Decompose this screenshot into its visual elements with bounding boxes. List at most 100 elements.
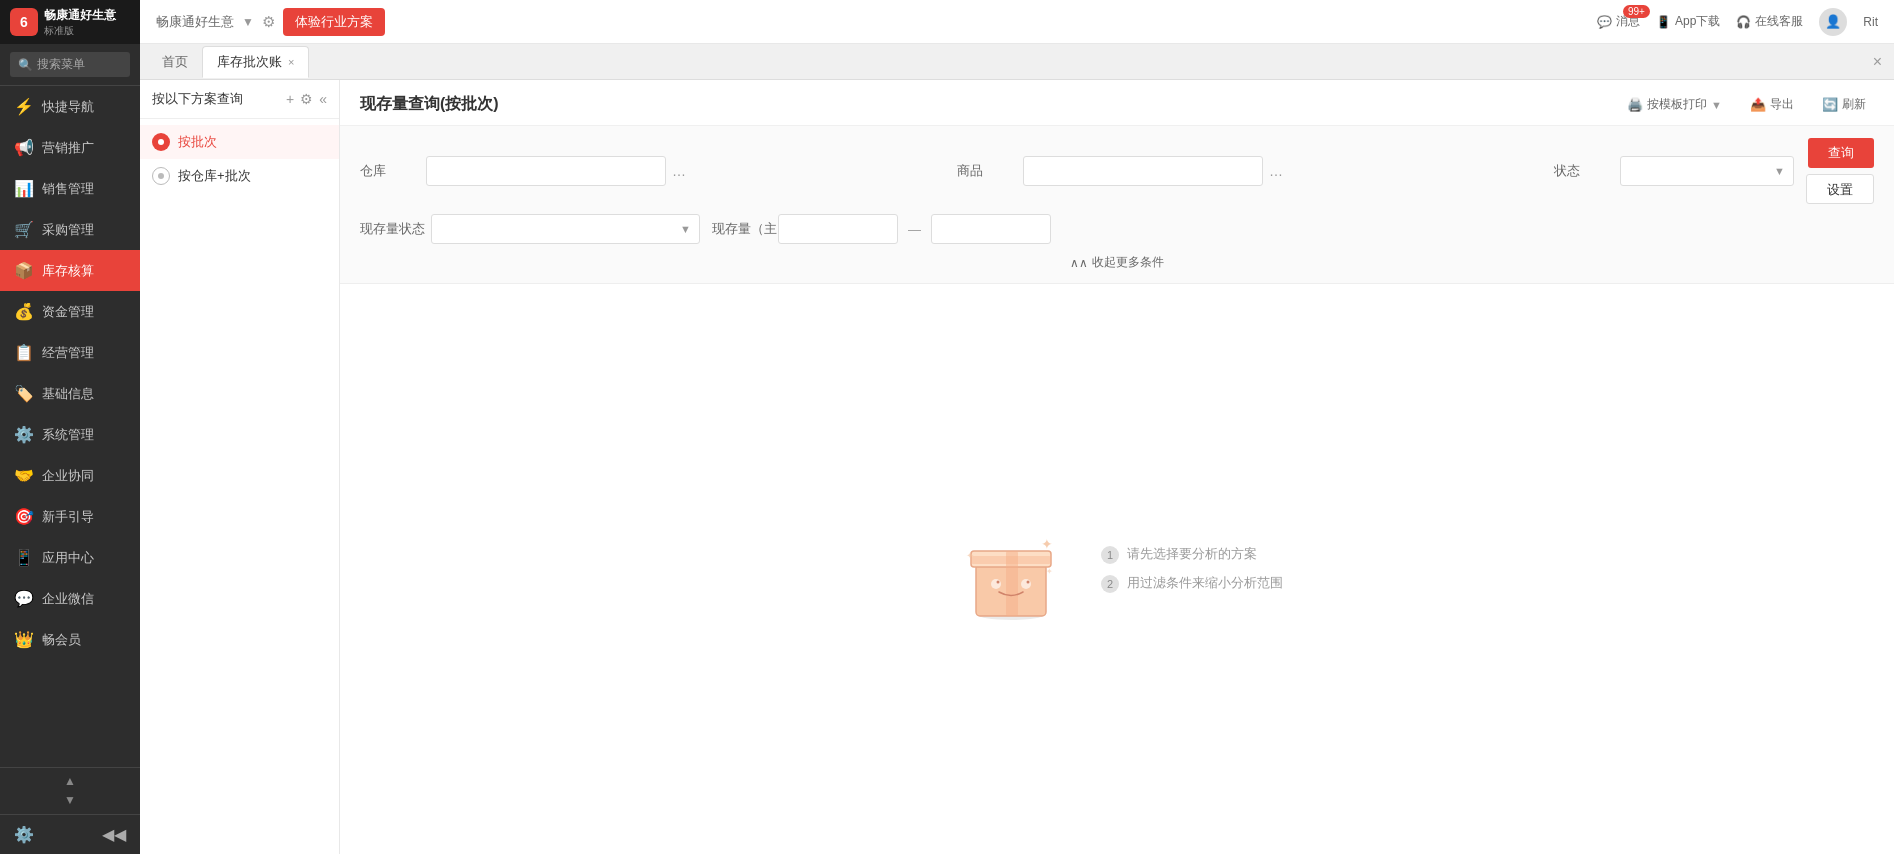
product-input[interactable] xyxy=(1023,156,1263,186)
solution-item-batch[interactable]: 按批次 xyxy=(140,125,339,159)
inventory-icon: 📦 xyxy=(14,261,34,280)
new-guide-icon: 🎯 xyxy=(14,507,34,526)
tab-inventory-batch[interactable]: 库存批次账 × xyxy=(202,46,309,78)
status-select[interactable]: ▼ xyxy=(1620,156,1794,186)
export-label: 导出 xyxy=(1770,96,1794,113)
product-more-btn[interactable]: … xyxy=(1269,163,1283,179)
solution-item-warehouse-batch[interactable]: 按仓库+批次 xyxy=(140,159,339,193)
sidebar-item-finance[interactable]: 💰 资金管理 xyxy=(0,291,140,332)
brand-sub: 标准版 xyxy=(44,24,116,38)
solution-label: 按仓库+批次 xyxy=(178,167,251,185)
sidebar-item-label: 资金管理 xyxy=(42,303,94,321)
tab-close-icon[interactable]: × xyxy=(288,56,294,68)
sidebar: 6 畅康通好生意 标准版 🔍 搜索菜单 ⚡ 快捷导航 📢 营销推广 📊 销售管理… xyxy=(0,0,140,854)
warehouse-more-btn[interactable]: … xyxy=(672,163,686,179)
tip-text-2: 用过滤条件来缩小分析范围 xyxy=(1127,574,1283,592)
page-title: 现存量查询(按批次) xyxy=(360,94,499,115)
print-btn[interactable]: 🖨️ 按模板打印 ▼ xyxy=(1619,92,1730,117)
scroll-down-icon[interactable]: ▼ xyxy=(64,791,76,810)
active-tab-label: 库存批次账 xyxy=(217,53,282,71)
tab-home[interactable]: 首页 xyxy=(148,47,202,77)
topbar-right: 💬 消息 99+ 📱 App下载 🎧 在线客服 👤 Rit xyxy=(1597,8,1878,36)
sidebar-item-purchase[interactable]: 🛒 采购管理 xyxy=(0,209,140,250)
filter-dash: — xyxy=(904,222,925,237)
tip-num-1: 1 xyxy=(1101,546,1119,564)
settings-icon[interactable]: ⚙️ xyxy=(14,825,34,844)
export-btn[interactable]: 📤 导出 xyxy=(1742,92,1802,117)
topbar-dropdown-icon[interactable]: ▼ xyxy=(242,15,254,29)
svg-point-7 xyxy=(991,579,1001,589)
collab-icon: 🤝 xyxy=(14,466,34,485)
print-dropdown-icon[interactable]: ▼ xyxy=(1711,99,1722,111)
topbar-gear-icon[interactable]: ⚙ xyxy=(262,13,275,31)
stock-status-select[interactable]: ▼ xyxy=(431,214,700,244)
refresh-icon: 🔄 xyxy=(1822,97,1838,112)
stock-qty-min-input[interactable] xyxy=(778,214,898,244)
print-label: 按模板打印 xyxy=(1647,96,1707,113)
sidebar-item-quick-nav[interactable]: ⚡ 快捷导航 xyxy=(0,86,140,127)
sidebar-item-marketing[interactable]: 📢 营销推广 xyxy=(0,127,140,168)
breadcrumb: 畅康通好生意 xyxy=(156,13,234,31)
app-logo: 6 xyxy=(10,8,38,36)
add-solution-btn[interactable]: + xyxy=(286,91,294,107)
sidebar-item-label: 应用中心 xyxy=(42,549,94,567)
refresh-label: 刷新 xyxy=(1842,96,1866,113)
query-btn[interactable]: 查询 xyxy=(1808,138,1874,168)
sidebar-item-collab[interactable]: 🤝 企业协同 xyxy=(0,455,140,496)
settings-solution-btn[interactable]: ⚙ xyxy=(300,91,313,107)
svg-rect-6 xyxy=(971,556,1051,564)
left-panel: 按以下方案查询 + ⚙ « 按批次 按仓库 xyxy=(140,80,340,854)
sidebar-item-membership[interactable]: 👑 畅会员 xyxy=(0,619,140,660)
sidebar-item-sales[interactable]: 📊 销售管理 xyxy=(0,168,140,209)
finance-icon: 💰 xyxy=(14,302,34,321)
username-label[interactable]: Rit xyxy=(1863,15,1878,29)
scroll-up-icon[interactable]: ▲ xyxy=(64,772,76,791)
system-icon: ⚙️ xyxy=(14,425,34,444)
user-avatar[interactable]: 👤 xyxy=(1819,8,1847,36)
main-area: 畅康通好生意 ▼ ⚙ 体验行业方案 💬 消息 99+ 📱 App下载 🎧 在线客… xyxy=(140,0,1894,854)
sidebar-header: 6 畅康通好生意 标准版 xyxy=(0,0,140,44)
sidebar-item-corp-wechat[interactable]: 💬 企业微信 xyxy=(0,578,140,619)
stock-status-label: 现存量状态 xyxy=(360,220,425,238)
left-panel-header: 按以下方案查询 + ⚙ « xyxy=(140,80,339,119)
empty-illustration: ✦ ✦ ✦ xyxy=(951,509,1071,629)
product-field: 商品 … xyxy=(957,156,1542,186)
operations-icon: 📋 xyxy=(14,343,34,362)
sidebar-item-basics[interactable]: 🏷️ 基础信息 xyxy=(0,373,140,414)
sidebar-item-app-center[interactable]: 📱 应用中心 xyxy=(0,537,140,578)
collapse-icon: ∧∧ xyxy=(1070,256,1088,270)
brand-name: 畅康通好生意 xyxy=(44,7,116,24)
filter-row-2: 现存量状态 ▼ 现存量（主） — xyxy=(360,214,1874,244)
collapse-sidebar-icon[interactable]: ◀◀ xyxy=(102,825,126,844)
exp-btn[interactable]: 体验行业方案 xyxy=(283,8,385,36)
service-icon: 🎧 xyxy=(1736,15,1751,29)
sidebar-item-inventory[interactable]: 📦 库存核算 xyxy=(0,250,140,291)
sidebar-item-label: 企业协同 xyxy=(42,467,94,485)
collapse-panel-btn[interactable]: « xyxy=(319,91,327,107)
refresh-btn[interactable]: 🔄 刷新 xyxy=(1814,92,1874,117)
message-btn[interactable]: 💬 消息 99+ xyxy=(1597,13,1640,30)
settings-btn[interactable]: 设置 xyxy=(1806,174,1874,204)
sidebar-nav: ⚡ 快捷导航 📢 营销推广 📊 销售管理 🛒 采购管理 📦 库存核算 💰 资金管… xyxy=(0,86,140,767)
search-input-trigger[interactable]: 🔍 搜索菜单 xyxy=(10,52,130,77)
sidebar-search-area[interactable]: 🔍 搜索菜单 xyxy=(0,44,140,86)
stock-status-dropdown-icon: ▼ xyxy=(680,223,691,235)
sidebar-item-operations[interactable]: 📋 经营管理 xyxy=(0,332,140,373)
marketing-icon: 📢 xyxy=(14,138,34,157)
sidebar-item-new-guide[interactable]: 🎯 新手引导 xyxy=(0,496,140,537)
online-service-btn[interactable]: 🎧 在线客服 xyxy=(1736,13,1803,30)
sidebar-item-label: 新手引导 xyxy=(42,508,94,526)
product-label: 商品 xyxy=(957,162,1017,180)
sidebar-item-system[interactable]: ⚙️ 系统管理 xyxy=(0,414,140,455)
warehouse-input[interactable] xyxy=(426,156,666,186)
sidebar-item-label: 畅会员 xyxy=(42,631,81,649)
svg-point-10 xyxy=(1027,581,1030,584)
stock-qty-max-input[interactable] xyxy=(931,214,1051,244)
collapse-more-btn[interactable]: ∧∧ 收起更多条件 xyxy=(360,254,1874,271)
panel-close-button[interactable]: × xyxy=(1869,49,1886,75)
solution-list: 按批次 按仓库+批次 xyxy=(140,119,339,199)
avatar-icon: 👤 xyxy=(1825,14,1841,29)
message-badge: 99+ xyxy=(1623,5,1650,18)
app-download-btn[interactable]: 📱 App下载 xyxy=(1656,13,1720,30)
purchase-icon: 🛒 xyxy=(14,220,34,239)
